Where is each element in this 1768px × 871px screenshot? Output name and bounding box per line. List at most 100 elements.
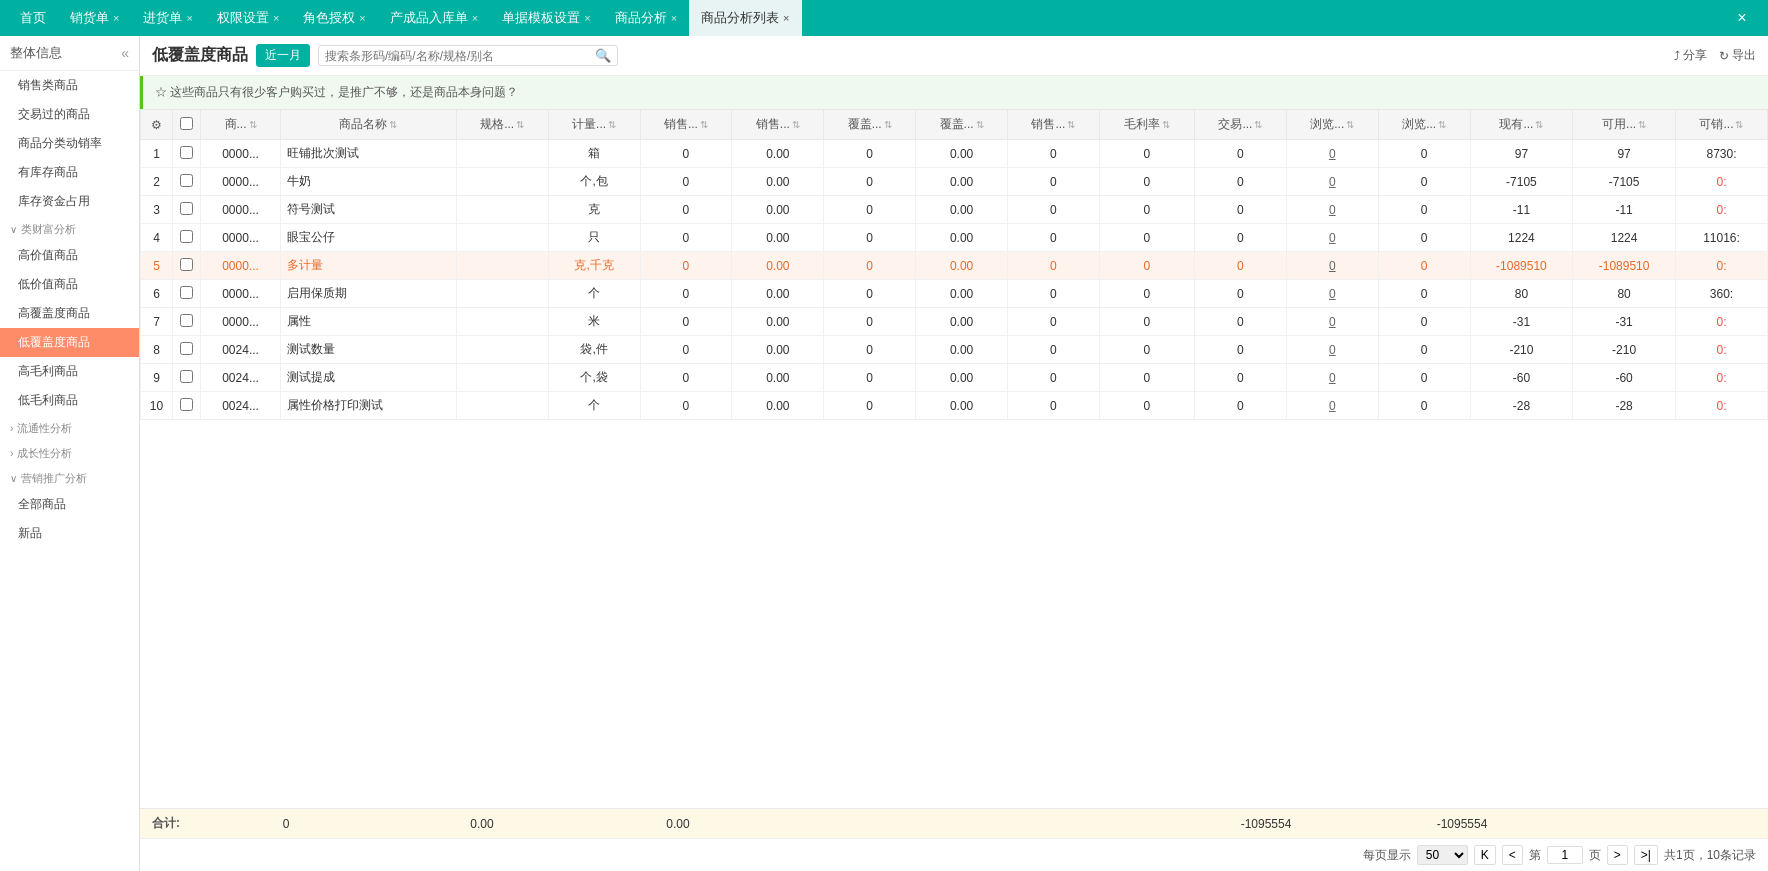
row-checkbox[interactable] xyxy=(180,230,193,243)
cell-checkbox[interactable] xyxy=(173,168,201,196)
col-cover1[interactable]: 覆盖...⇅ xyxy=(824,110,916,140)
cell-checkbox[interactable] xyxy=(173,336,201,364)
cell-browse1[interactable]: 0 xyxy=(1286,280,1378,308)
prev-page-button[interactable]: < xyxy=(1502,845,1523,865)
cell-available: 97 xyxy=(1573,140,1676,168)
nav-product-analysis[interactable]: 商品分析 × xyxy=(603,0,689,36)
nav-product-entry[interactable]: 产成品入库单 × xyxy=(378,0,490,36)
search-input[interactable] xyxy=(325,49,595,63)
col-current[interactable]: 现有...⇅ xyxy=(1470,110,1573,140)
cell-browse1[interactable]: 0 xyxy=(1286,140,1378,168)
sidebar-item-in-stock[interactable]: 有库存商品 xyxy=(0,158,139,187)
row-checkbox[interactable] xyxy=(180,286,193,299)
sidebar-item-all-goods[interactable]: 全部商品 xyxy=(0,490,139,519)
cell-checkbox[interactable] xyxy=(173,140,201,168)
window-close-button[interactable]: × xyxy=(1724,0,1760,36)
col-sales-qty[interactable]: 销售...⇅ xyxy=(640,110,732,140)
cell-browse1[interactable]: 0 xyxy=(1286,364,1378,392)
col-sales-amt[interactable]: 销售...⇅ xyxy=(732,110,824,140)
sidebar-item-sales-goods[interactable]: 销售类商品 xyxy=(0,71,139,100)
col-sales3[interactable]: 销售...⇅ xyxy=(1008,110,1100,140)
sidebar-item-category-rate[interactable]: 商品分类动销率 xyxy=(0,129,139,158)
sidebar-collapse-icon[interactable]: « xyxy=(121,45,129,61)
cell-browse1[interactable]: 0 xyxy=(1286,308,1378,336)
col-unit[interactable]: 计量...⇅ xyxy=(548,110,640,140)
nav-permission-close[interactable]: × xyxy=(273,12,279,24)
col-settings[interactable]: ⚙ xyxy=(141,110,173,140)
share-button[interactable]: ⤴ 分享 xyxy=(1674,47,1707,64)
col-gross[interactable]: 毛利率⇅ xyxy=(1099,110,1194,140)
sidebar-section-flow[interactable]: › 流通性分析 xyxy=(0,415,139,440)
cell-browse1[interactable]: 0 xyxy=(1286,392,1378,420)
sidebar-header[interactable]: 整体信息 « xyxy=(0,36,139,71)
last-page-button[interactable]: >| xyxy=(1634,845,1658,865)
sidebar-item-new-goods[interactable]: 新品 xyxy=(0,519,139,548)
nav-sales-close[interactable]: × xyxy=(113,12,119,24)
cell-checkbox[interactable] xyxy=(173,392,201,420)
cell-browse1[interactable]: 0 xyxy=(1286,196,1378,224)
nav-template-close[interactable]: × xyxy=(584,12,590,24)
cell-browse1[interactable]: 0 xyxy=(1286,336,1378,364)
cell-checkbox[interactable] xyxy=(173,364,201,392)
sidebar-item-low-value[interactable]: 低价值商品 xyxy=(0,270,139,299)
nav-template[interactable]: 单据模板设置 × xyxy=(490,0,602,36)
per-page-select[interactable]: 50 100 200 xyxy=(1417,845,1468,865)
first-page-button[interactable]: K xyxy=(1474,845,1496,865)
row-checkbox[interactable] xyxy=(180,202,193,215)
sidebar-section-wealth[interactable]: ∨ 类财富分析 xyxy=(0,216,139,241)
sidebar-item-high-gross[interactable]: 高毛利商品 xyxy=(0,357,139,386)
col-available[interactable]: 可用...⇅ xyxy=(1573,110,1676,140)
time-filter-month[interactable]: 近一月 xyxy=(256,44,310,67)
sidebar-item-high-coverage[interactable]: 高覆盖度商品 xyxy=(0,299,139,328)
row-checkbox[interactable] xyxy=(180,146,193,159)
table-row: 3 0000... 符号测试 克 0 0.00 0 0.00 0 0 0 0 0… xyxy=(141,196,1768,224)
sidebar-item-stock-capital[interactable]: 库存资金占用 xyxy=(0,187,139,216)
nav-sales[interactable]: 销货单 × xyxy=(58,0,131,36)
col-saleable[interactable]: 可销...⇅ xyxy=(1675,110,1767,140)
nav-product-analysis-close[interactable]: × xyxy=(671,12,677,24)
nav-permission[interactable]: 权限设置 × xyxy=(205,0,291,36)
nav-purchase[interactable]: 进货单 × xyxy=(131,0,204,36)
cell-checkbox[interactable] xyxy=(173,308,201,336)
cell-browse1[interactable]: 0 xyxy=(1286,168,1378,196)
row-checkbox[interactable] xyxy=(180,174,193,187)
page-number-input[interactable] xyxy=(1547,846,1583,864)
nav-role-close[interactable]: × xyxy=(359,12,365,24)
col-checkbox[interactable] xyxy=(173,110,201,140)
select-all-checkbox[interactable] xyxy=(180,117,193,130)
sidebar-item-low-gross[interactable]: 低毛利商品 xyxy=(0,386,139,415)
nav-purchase-close[interactable]: × xyxy=(186,12,192,24)
sidebar-item-traded-goods[interactable]: 交易过的商品 xyxy=(0,100,139,129)
col-cover2[interactable]: 覆盖...⇅ xyxy=(916,110,1008,140)
next-page-button[interactable]: > xyxy=(1607,845,1628,865)
row-checkbox[interactable] xyxy=(180,314,193,327)
nav-role[interactable]: 角色授权 × xyxy=(291,0,377,36)
sidebar-section-marketing[interactable]: ∨ 营销推广分析 xyxy=(0,465,139,490)
cell-checkbox[interactable] xyxy=(173,252,201,280)
col-browse2[interactable]: 浏览...⇅ xyxy=(1378,110,1470,140)
nav-product-analysis-list[interactable]: 商品分析列表 × xyxy=(689,0,801,36)
nav-product-analysis-list-close[interactable]: × xyxy=(783,12,789,24)
cell-checkbox[interactable] xyxy=(173,196,201,224)
cell-checkbox[interactable] xyxy=(173,280,201,308)
col-code[interactable]: 商...⇅ xyxy=(201,110,281,140)
col-trade[interactable]: 交易...⇅ xyxy=(1194,110,1286,140)
cell-browse1[interactable]: 0 xyxy=(1286,252,1378,280)
row-checkbox[interactable] xyxy=(180,398,193,411)
export-button[interactable]: ↻ 导出 xyxy=(1719,47,1756,64)
row-checkbox[interactable] xyxy=(180,342,193,355)
sidebar-section-growth[interactable]: › 成长性分析 xyxy=(0,440,139,465)
col-spec[interactable]: 规格...⇅ xyxy=(456,110,548,140)
cell-browse1[interactable]: 0 xyxy=(1286,224,1378,252)
nav-home[interactable]: 首页 xyxy=(8,0,58,36)
cell-sales3: 0 xyxy=(1008,224,1100,252)
col-name[interactable]: 商品名称⇅ xyxy=(281,110,457,140)
row-checkbox[interactable] xyxy=(180,370,193,383)
cell-checkbox[interactable] xyxy=(173,224,201,252)
sidebar-item-high-value[interactable]: 高价值商品 xyxy=(0,241,139,270)
row-checkbox[interactable] xyxy=(180,258,193,271)
col-browse1[interactable]: 浏览...⇅ xyxy=(1286,110,1378,140)
sidebar-item-low-coverage[interactable]: 低覆盖度商品 xyxy=(0,328,139,357)
nav-product-entry-close[interactable]: × xyxy=(472,12,478,24)
table-container[interactable]: ⚙ 商...⇅ 商品名称⇅ 规格...⇅ 计量...⇅ 销售...⇅ 销售...… xyxy=(140,109,1768,808)
